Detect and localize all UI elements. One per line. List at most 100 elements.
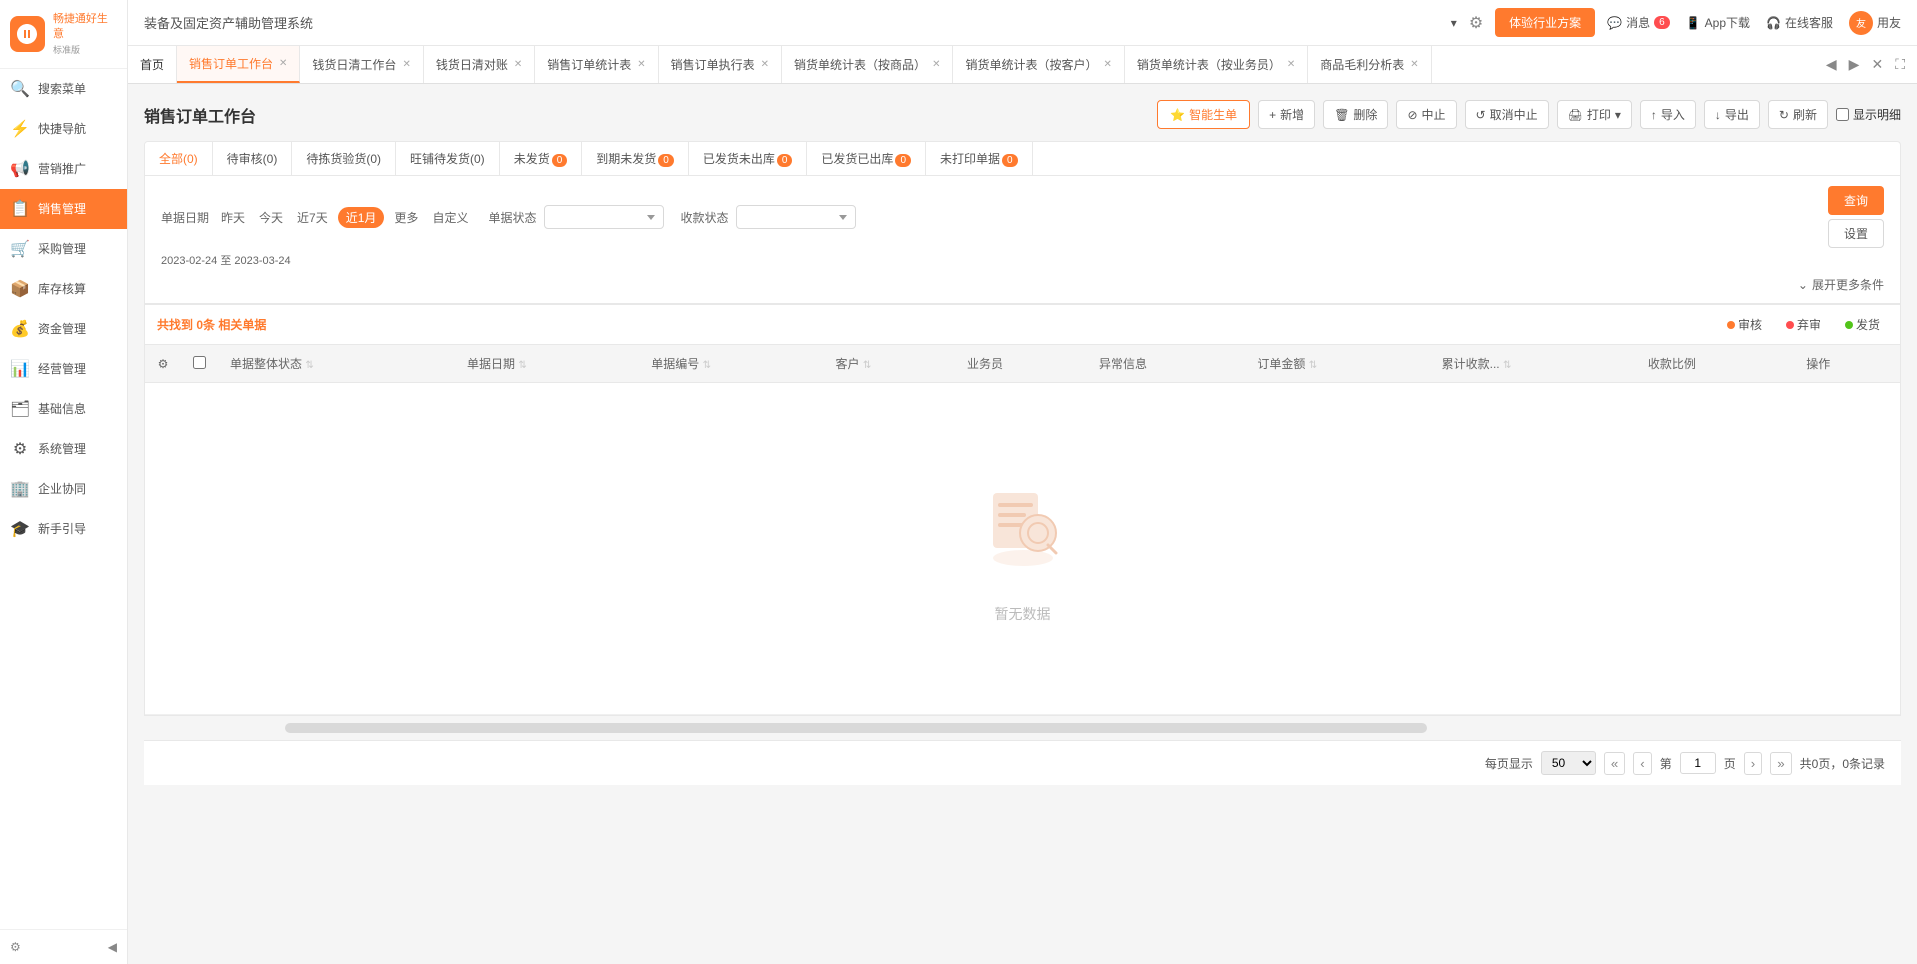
- per-page-select[interactable]: 50 10 20 100: [1541, 751, 1596, 775]
- tab-home[interactable]: 首页: [128, 46, 177, 83]
- date-btn-1month[interactable]: 近1月: [338, 207, 385, 228]
- sidebar-item-marketing[interactable]: 📢 营销推广: [0, 149, 127, 189]
- sidebar-item-finance[interactable]: 💰 资金管理: [0, 309, 127, 349]
- tab-close-sales-workbench[interactable]: ✕: [279, 58, 287, 69]
- tab-close-sales-summary-customer[interactable]: ✕: [1103, 59, 1111, 70]
- industry-solution-button[interactable]: 体验行业方案: [1495, 8, 1595, 37]
- last-page-button[interactable]: »: [1770, 752, 1791, 775]
- tab-sales-stats[interactable]: 销售订单统计表 ✕: [535, 46, 658, 83]
- sidebar-item-enterprise[interactable]: 🏢 企业协同: [0, 469, 127, 509]
- tab-sales-execution[interactable]: 销售订单执行表 ✕: [659, 46, 782, 83]
- date-btn-yesterday[interactable]: 昨天: [217, 207, 249, 228]
- tab-product-margin[interactable]: 商品毛利分析表 ✕: [1308, 46, 1431, 83]
- app-download-item[interactable]: 📱 App下载: [1686, 14, 1750, 31]
- tab-sales-summary-customer[interactable]: 销货单统计表（按客户） ✕: [953, 46, 1124, 83]
- sidebar-item-base-info[interactable]: 🗂 基础信息: [0, 389, 127, 429]
- message-item[interactable]: 💬 消息 6: [1607, 14, 1670, 31]
- export-icon: ↓: [1715, 108, 1721, 122]
- filter-date-group: 昨天 今天 近7天 近1月 更多 自定义: [217, 207, 472, 228]
- tab-close-all-button[interactable]: ✕: [1867, 54, 1887, 75]
- sub-tab-not-printed[interactable]: 未打印单据0: [926, 142, 1033, 175]
- select-all-checkbox[interactable]: [193, 356, 206, 369]
- sub-tab-all[interactable]: 全部(0): [145, 142, 213, 175]
- sidebar-item-system[interactable]: ⚙ 系统管理: [0, 429, 127, 469]
- sidebar-item-inventory[interactable]: 📦 库存核算: [0, 269, 127, 309]
- ship-action-button[interactable]: 发货: [1837, 313, 1888, 336]
- filter-status-select[interactable]: [544, 205, 664, 229]
- tab-sales-summary-staff[interactable]: 销货单统计表（按业务员） ✕: [1125, 46, 1308, 83]
- tab-sales-workbench[interactable]: 销售订单工作台 ✕: [177, 46, 300, 83]
- filter-payment-select[interactable]: [736, 205, 856, 229]
- sub-tab-expired-not-shipped[interactable]: 到期未发货0: [582, 142, 689, 175]
- sort-customer-icon[interactable]: ⇅: [863, 360, 871, 371]
- sidebar-item-operations[interactable]: 📊 经营管理: [0, 349, 127, 389]
- import-button[interactable]: ↑ 导入: [1640, 100, 1696, 129]
- sidebar-search[interactable]: 🔍 搜索菜单: [0, 69, 127, 109]
- tab-close-cash-daily[interactable]: ✕: [402, 59, 410, 70]
- tab-close-product-margin[interactable]: ✕: [1410, 59, 1418, 70]
- expand-filter-button[interactable]: ⌄ 展开更多条件: [1798, 276, 1884, 293]
- tab-sales-summary-product[interactable]: 销货单统计表（按商品） ✕: [782, 46, 953, 83]
- tab-close-sales-stats[interactable]: ✕: [637, 59, 645, 70]
- date-btn-7days[interactable]: 近7天: [293, 207, 332, 228]
- sidebar-collapse-icon[interactable]: ◀: [108, 940, 117, 954]
- cancel-action-button[interactable]: 弃审: [1778, 313, 1829, 336]
- sub-tab-pending-inspect[interactable]: 待拣货验货(0): [292, 142, 396, 175]
- current-page-input[interactable]: [1680, 752, 1716, 774]
- th-checkbox[interactable]: [181, 345, 218, 383]
- set-button[interactable]: 设置: [1828, 219, 1884, 248]
- review-action-button[interactable]: 审核: [1719, 313, 1770, 336]
- next-page-button[interactable]: ›: [1744, 752, 1762, 775]
- tab-scroll-right-button[interactable]: ▶: [1845, 54, 1864, 75]
- query-button[interactable]: 查询: [1828, 186, 1884, 215]
- tab-close-cash-reconcile[interactable]: ✕: [514, 59, 522, 70]
- print-button[interactable]: 🖨 打印 ▾: [1557, 100, 1632, 129]
- sort-status-icon[interactable]: ⇅: [305, 360, 313, 371]
- smart-create-button[interactable]: ⭐ 智能生单: [1157, 100, 1250, 129]
- tab-cash-reconcile[interactable]: 钱货日清对账 ✕: [424, 46, 535, 83]
- export-button[interactable]: ↓ 导出: [1704, 100, 1760, 129]
- sub-tab-shipped-not-out[interactable]: 已发货未出库0: [689, 142, 808, 175]
- sub-tab-pending-review[interactable]: 待审核(0): [213, 142, 293, 175]
- sidebar-item-purchase[interactable]: 🛒 采购管理: [0, 229, 127, 269]
- sidebar-item-newbie[interactable]: 🎓 新手引导: [0, 509, 127, 549]
- scrollbar-thumb[interactable]: [285, 723, 1427, 733]
- message-badge: 6: [1654, 16, 1670, 29]
- first-page-button[interactable]: «: [1604, 752, 1625, 775]
- tab-close-sales-execution[interactable]: ✕: [761, 59, 769, 70]
- show-detail-checkbox[interactable]: [1836, 108, 1849, 121]
- logo-badge: 标准版: [53, 43, 117, 56]
- topbar-settings-icon[interactable]: ⚙: [1469, 13, 1483, 33]
- sort-amount-icon[interactable]: ⇅: [1309, 360, 1317, 371]
- tab-fullscreen-button[interactable]: ⛶: [1891, 54, 1909, 75]
- tab-close-sales-summary-staff[interactable]: ✕: [1287, 59, 1295, 70]
- sub-tab-wangpu-ship[interactable]: 旺铺待发货(0): [396, 142, 500, 175]
- show-detail-label[interactable]: 显示明细: [1836, 106, 1901, 123]
- date-btn-custom[interactable]: 自定义: [428, 207, 472, 228]
- sub-tab-shipped-out[interactable]: 已发货已出库0: [807, 142, 926, 175]
- stop-button[interactable]: ⊘ 中止: [1396, 100, 1456, 129]
- sort-date-icon[interactable]: ⇅: [518, 360, 526, 371]
- sort-number-icon[interactable]: ⇅: [703, 360, 711, 371]
- sidebar-settings-icon[interactable]: ⚙: [10, 940, 21, 954]
- date-btn-more[interactable]: 更多: [390, 207, 422, 228]
- sidebar-item-sales[interactable]: 📋 销售管理: [0, 189, 127, 229]
- tab-cash-daily[interactable]: 钱货日清工作台 ✕: [300, 46, 423, 83]
- inventory-icon: 📦: [10, 279, 30, 299]
- th-settings[interactable]: ⚙: [145, 345, 181, 383]
- tab-close-sales-summary-product[interactable]: ✕: [932, 59, 940, 70]
- delete-button[interactable]: 🗑 删除: [1323, 100, 1388, 129]
- sort-received-icon[interactable]: ⇅: [1503, 360, 1511, 371]
- cancel-stop-button[interactable]: ↺ 取消中止: [1465, 100, 1549, 129]
- sidebar-item-quick-nav[interactable]: ⚡ 快捷导航: [0, 109, 127, 149]
- topbar-dropdown[interactable]: ▾: [1451, 16, 1457, 30]
- tab-scroll-left-button[interactable]: ◀: [1822, 54, 1841, 75]
- online-service-item[interactable]: 🎧 在线客服: [1766, 14, 1833, 31]
- date-btn-today[interactable]: 今天: [255, 207, 287, 228]
- user-item[interactable]: 友 用友: [1849, 11, 1901, 35]
- horizontal-scrollbar[interactable]: [144, 720, 1901, 736]
- sub-tab-not-shipped[interactable]: 未发货0: [500, 142, 583, 175]
- prev-page-button[interactable]: ‹: [1633, 752, 1651, 775]
- add-button[interactable]: + 新增: [1258, 100, 1315, 129]
- refresh-button[interactable]: ↻ 刷新: [1768, 100, 1828, 129]
